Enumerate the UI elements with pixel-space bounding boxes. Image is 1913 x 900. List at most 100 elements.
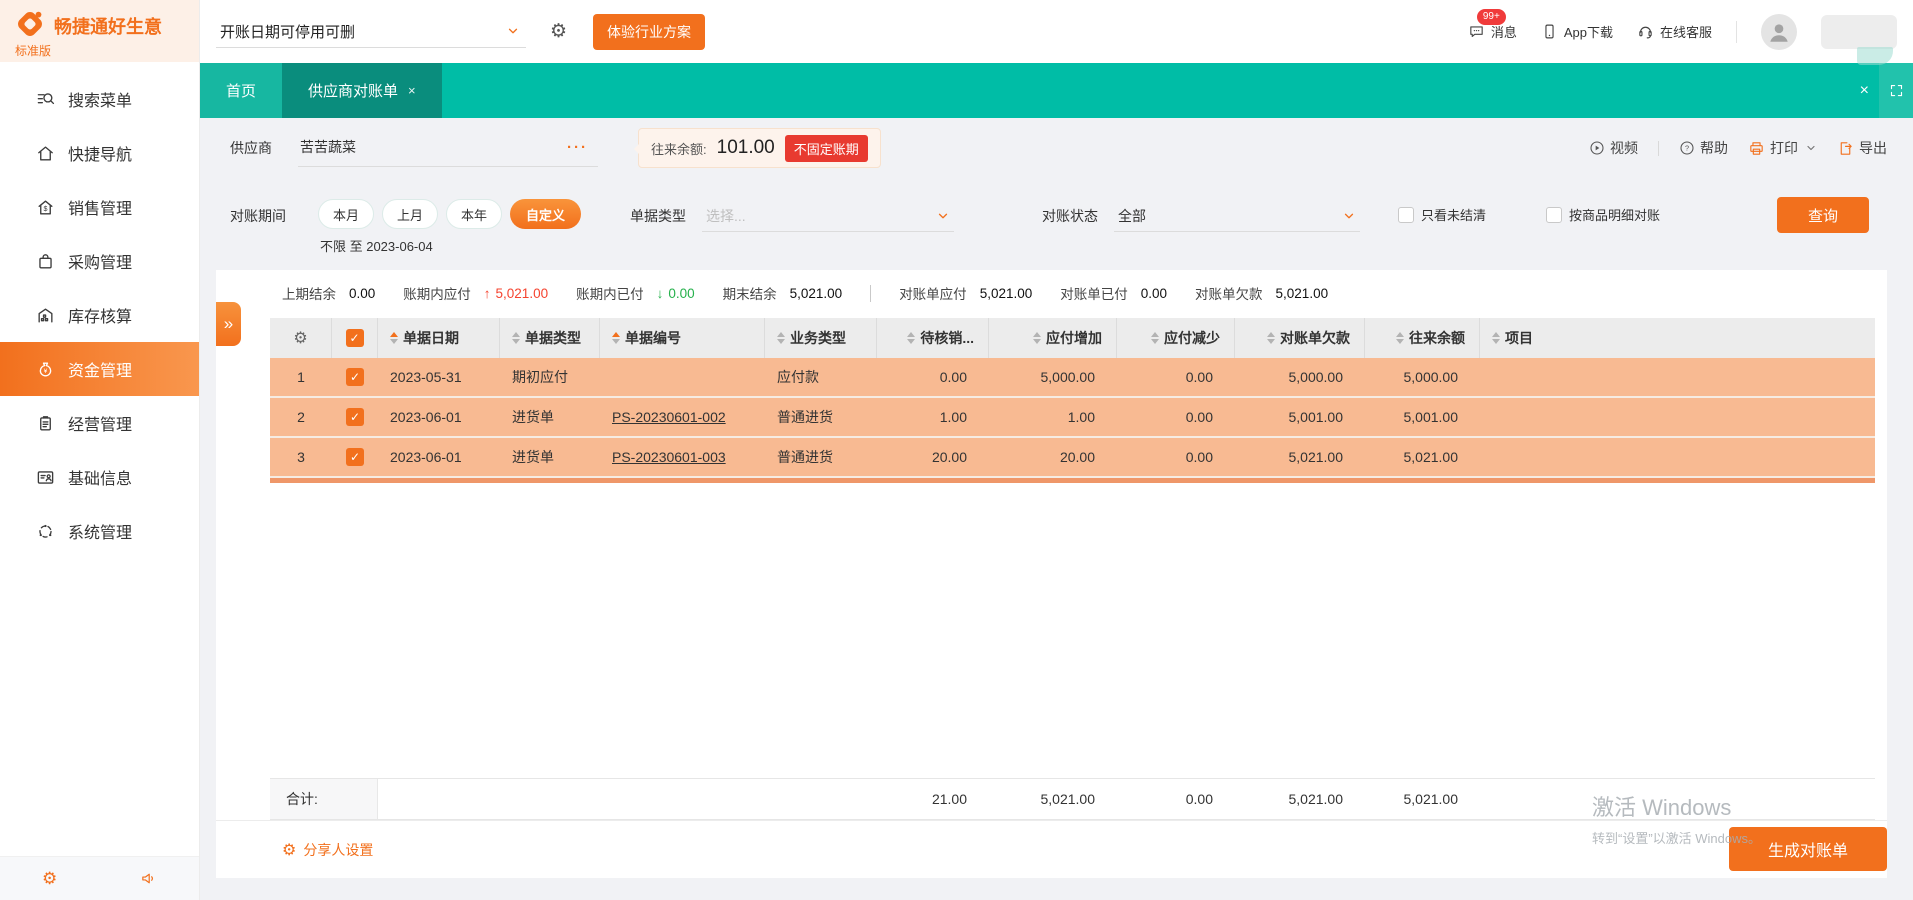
- export-button[interactable]: 导出: [1837, 138, 1887, 158]
- header-biz-type[interactable]: 业务类型: [765, 318, 877, 358]
- row-select-cell[interactable]: [332, 438, 378, 476]
- fullscreen-icon[interactable]: [1879, 63, 1913, 118]
- tabbar-close-icon[interactable]: [1860, 63, 1869, 118]
- settings-gear-icon[interactable]: [42, 869, 57, 889]
- sidebar-item-label: 采购管理: [68, 255, 133, 272]
- account-set-select[interactable]: 开账日期可停用可删: [216, 16, 526, 48]
- generate-statement-button[interactable]: 生成对账单: [1729, 827, 1887, 871]
- sidebar-item-inventory[interactable]: 库存核算: [0, 288, 199, 342]
- checkbox-checked-icon[interactable]: [346, 368, 364, 386]
- only-unsettled-checkbox[interactable]: 只看未结清: [1398, 205, 1486, 224]
- period-this-month[interactable]: 本月: [318, 199, 375, 229]
- header-label: 对账单欠款: [1280, 330, 1350, 346]
- expand-sidebar-icon[interactable]: [216, 302, 241, 346]
- total-pending: 21.00: [931, 791, 967, 807]
- share-settings-label: 分享人设置: [303, 841, 374, 858]
- sidebar-item-label: 销售管理: [68, 201, 133, 218]
- share-settings-button[interactable]: 分享人设置: [282, 840, 373, 860]
- clipboard-icon: [36, 414, 55, 433]
- logo-block: 畅捷通好生意 标准版: [0, 0, 199, 62]
- messages-button[interactable]: 99+ 消息: [1468, 8, 1517, 41]
- column-settings-gear-icon[interactable]: [270, 318, 332, 358]
- summary-value: 0.00: [1140, 285, 1168, 301]
- cell-increase: 5,000.00: [1040, 369, 1096, 385]
- sidebar-item-purchase[interactable]: 采购管理: [0, 234, 199, 288]
- messages-badge: 99+: [1475, 8, 1507, 26]
- cell-doc-date: 2023-05-31: [390, 369, 462, 385]
- header-balance[interactable]: 往来余额: [1365, 318, 1480, 358]
- announcement-icon[interactable]: [140, 870, 157, 887]
- cell-decrease: 0.00: [1185, 409, 1213, 425]
- sidebar-item-quick-nav[interactable]: 快捷导航: [0, 126, 199, 180]
- print-button[interactable]: 打印: [1748, 138, 1817, 158]
- app-download-label: App下载: [1563, 25, 1613, 40]
- sort-icon: [777, 332, 785, 344]
- summary-value: 5,021.00: [979, 285, 1033, 301]
- tab-supplier-statement[interactable]: 供应商对账单: [282, 63, 442, 118]
- header-project[interactable]: 项目: [1480, 318, 1875, 358]
- topbar-gear-icon[interactable]: [550, 20, 567, 43]
- money-bag-icon: ¥: [36, 360, 55, 379]
- header-doc-type[interactable]: 单据类型: [500, 318, 600, 358]
- row-select-cell[interactable]: [332, 358, 378, 396]
- supplier-select[interactable]: 苦苦蔬菜: [298, 129, 598, 167]
- period-this-year[interactable]: 本年: [446, 199, 503, 229]
- checkbox-checked-icon[interactable]: [346, 408, 364, 426]
- balance-label: 往来余额:: [651, 141, 707, 157]
- cell-doc-type: 期初应付: [512, 369, 568, 385]
- header-decrease[interactable]: 应付减少: [1117, 318, 1235, 358]
- sidebar-item-base-info[interactable]: 基础信息: [0, 450, 199, 504]
- sidebar-item-operations[interactable]: 经营管理: [0, 396, 199, 450]
- cell-pending: 20.00: [931, 449, 967, 465]
- doc-no-link[interactable]: PS-20230601-002: [612, 409, 726, 425]
- balance-value: 101.00: [716, 137, 775, 158]
- search-button[interactable]: 查询: [1777, 197, 1869, 233]
- tab-home[interactable]: 首页: [200, 63, 283, 118]
- doc-no-link[interactable]: PS-20230601-003: [612, 449, 726, 465]
- balance-bubble: 往来余额: 101.00 不固定账期: [634, 128, 881, 168]
- sidebar: 畅捷通好生意 标准版 搜索菜单 快捷导航 $ 销售管理 采购管理 库存核算 ¥ …: [0, 0, 200, 900]
- sidebar-item-funds[interactable]: ¥ 资金管理: [0, 342, 199, 396]
- online-service-button[interactable]: 在线客服: [1637, 22, 1712, 41]
- app-download-button[interactable]: App下载: [1541, 22, 1613, 41]
- select-all-cell[interactable]: [332, 318, 378, 358]
- home-icon: [36, 144, 55, 163]
- header-doc-no[interactable]: 单据编号: [600, 318, 765, 358]
- by-product-detail-checkbox[interactable]: 按商品明细对账: [1546, 205, 1660, 224]
- doc-type-select[interactable]: 选择...: [702, 200, 954, 232]
- status-select[interactable]: 全部: [1114, 200, 1360, 232]
- video-button[interactable]: 视频: [1589, 138, 1638, 158]
- user-avatar[interactable]: [1761, 13, 1797, 50]
- checkbox-checked-icon[interactable]: [345, 329, 364, 347]
- filter-bar: 对账期间 本月 上月 本年 自定义 不限 至 2023-06-04 单据类型 选…: [230, 194, 1887, 266]
- row-select-cell[interactable]: [332, 398, 378, 436]
- user-name-blurred[interactable]: [1821, 14, 1897, 65]
- more-options-icon[interactable]: [567, 139, 588, 156]
- table-row[interactable]: 2 2023-06-01 进货单 PS-20230601-002 普通进货 1.…: [270, 398, 1875, 438]
- header-label: 往来余额: [1409, 330, 1465, 346]
- print-chevron-icon[interactable]: [1805, 142, 1817, 154]
- help-button[interactable]: ? 帮助: [1679, 138, 1728, 158]
- header-owed[interactable]: 对账单欠款: [1235, 318, 1365, 358]
- period-custom[interactable]: 自定义: [510, 199, 582, 229]
- sidebar-item-search-menu[interactable]: 搜索菜单: [0, 72, 199, 126]
- sort-icon: [390, 332, 398, 344]
- header-doc-date[interactable]: 单据日期: [378, 318, 500, 358]
- trial-plan-button[interactable]: 体验行业方案: [593, 13, 706, 50]
- period-last-month[interactable]: 上月: [382, 199, 439, 229]
- header-increase[interactable]: 应付增加: [989, 318, 1117, 358]
- export-icon: [1837, 140, 1854, 157]
- checkbox-icon: [1546, 206, 1562, 223]
- checkbox-checked-icon[interactable]: [346, 448, 364, 466]
- cell-increase: 1.00: [1067, 409, 1095, 425]
- header-pending[interactable]: 待核销...: [877, 318, 989, 358]
- table-row[interactable]: 1 2023-05-31 期初应付 应付款 0.00 5,000.00 0.00…: [270, 358, 1875, 398]
- sort-icon: [907, 332, 916, 344]
- end-balance: 期末结余 5,021.00: [723, 283, 843, 303]
- sidebar-item-sales[interactable]: $ 销售管理: [0, 180, 199, 234]
- sidebar-item-system[interactable]: 系统管理: [0, 504, 199, 558]
- table-row[interactable]: 3 2023-06-01 进货单 PS-20230601-003 普通进货 20…: [270, 438, 1875, 478]
- statement-panel: 上期结余 0.00 账期内应付 5,021.00 账期内已付 0.00 期末结余…: [216, 270, 1887, 878]
- table-header: 单据日期 单据类型 单据编号 业务类型 待核销... 应付增加 应付减少 对账单…: [270, 318, 1875, 358]
- tab-close-icon[interactable]: [408, 83, 416, 98]
